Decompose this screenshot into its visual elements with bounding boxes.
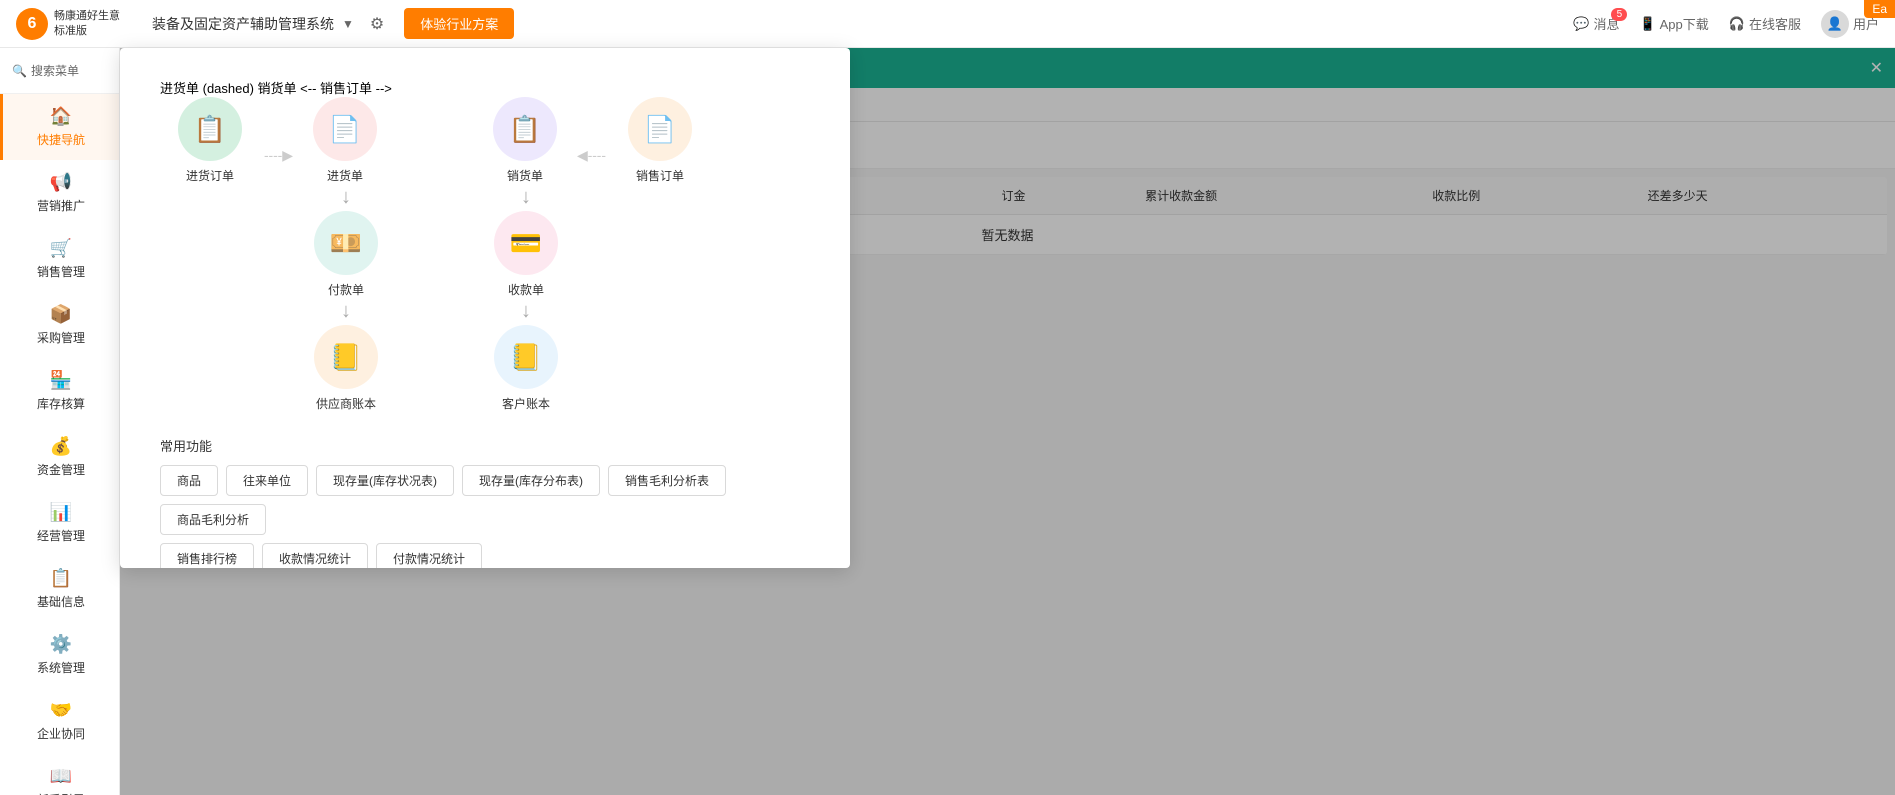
basic-info-icon: 📋 <box>50 568 72 589</box>
tutorial-icon: 📖 <box>50 766 72 787</box>
flow-diagram: 进货单 (dashed) 销货单 <-- 销售订单 --> 📋 进货订单 - -… <box>160 78 810 412</box>
func-btn-sales-rank[interactable]: 销售排行榜 <box>160 543 254 568</box>
func-btn-payment-stats[interactable]: 付款情况统计 <box>376 543 482 568</box>
down-arrow-receipt-bill: ↓ <box>476 300 576 323</box>
sidebar-item-quick-nav[interactable]: 🏠 快捷导航 <box>0 94 119 160</box>
arrow-so-to-sb: - - - - ▶ <box>575 147 610 184</box>
trial-btn[interactable]: 体验行业方案 <box>404 8 514 39</box>
top-header: 6 畅康通好生意 标准版 装备及固定资产辅助管理系统 ▼ ⚙ 体验行业方案 💬 … <box>0 0 1895 48</box>
supplier-ledger-icon: 📒 <box>314 325 378 389</box>
operations-icon: 📊 <box>50 502 72 523</box>
sidebar-search-area[interactable]: 🔍 搜索菜单 <box>0 48 119 94</box>
message-btn[interactable]: 💬 消息 5 <box>1573 14 1619 33</box>
enterprise-icon: 🤝 <box>50 700 72 721</box>
flow-node-sales-bill[interactable]: 📋 销货单 <box>475 97 575 184</box>
message-badge: 5 <box>1611 8 1627 21</box>
header-right: 💬 消息 5 📱 App下载 🎧 在线客服 👤 用户 <box>1573 10 1879 38</box>
func-btn-stock-dist[interactable]: 现存量(库存分布表) <box>462 465 600 496</box>
func-btn-partner[interactable]: 往来单位 <box>226 465 308 496</box>
flow-node-receipt-bill[interactable]: 💳 收款单 <box>476 211 576 298</box>
download-icon: 📱 <box>1639 16 1655 32</box>
quick-nav-modal: 进货单 (dashed) 销货单 <-- 销售订单 --> 📋 进货订单 - -… <box>120 48 850 568</box>
func-buttons-row2: 销售排行榜 收款情况统计 付款情况统计 <box>160 543 810 568</box>
system-dropdown-btn[interactable]: ▼ <box>342 17 354 31</box>
common-functions-title: 常用功能 <box>160 436 810 455</box>
sidebar-item-operations[interactable]: 📊 经营管理 <box>0 490 119 556</box>
ea-badge: Ea <box>1864 0 1895 18</box>
flow-node-customer-ledger[interactable]: 📒 客户账本 <box>476 325 576 412</box>
func-buttons-row1: 商品 往来单位 现存量(库存状况表) 现存量(库存分布表) 销售毛利分析表 商品… <box>160 465 810 535</box>
search-icon: 🔍 <box>12 64 27 78</box>
flow-node-sales-order[interactable]: 📄 销售订单 <box>610 97 710 184</box>
purchase-icon: 📦 <box>50 304 72 325</box>
sidebar: 🔍 搜索菜单 🏠 快捷导航 📢 营销推广 🛒 销售管理 📦 采购管理 <box>0 48 120 795</box>
customer-ledger-icon: 📒 <box>494 325 558 389</box>
func-btn-receipt-stats[interactable]: 收款情况统计 <box>262 543 368 568</box>
func-btn-sales-margin[interactable]: 销售毛利分析表 <box>608 465 726 496</box>
logo-text: 畅康通好生意 标准版 <box>54 9 120 38</box>
system-icon: ⚙️ <box>50 634 72 655</box>
func-btn-product-margin[interactable]: 商品毛利分析 <box>160 504 266 535</box>
purchase-bill-icon: 📄 <box>313 97 377 161</box>
func-btn-stock-status[interactable]: 现存量(库存状况表) <box>316 465 454 496</box>
flow-node-purchase-order[interactable]: 📋 进货订单 <box>160 97 260 184</box>
logo-icon: 6 <box>16 8 48 40</box>
system-settings-btn[interactable]: ⚙ <box>370 14 384 34</box>
message-icon: 💬 <box>1573 16 1589 32</box>
payment-bill-icon: 💴 <box>314 211 378 275</box>
customer-service-btn[interactable]: 🎧 在线客服 <box>1729 14 1801 33</box>
finance-icon: 💰 <box>50 436 72 457</box>
sales-order-icon: 📄 <box>628 97 692 161</box>
system-title: 装备及固定资产辅助管理系统 <box>152 14 334 34</box>
inventory-icon: 🏪 <box>50 370 72 391</box>
sidebar-item-basic-info[interactable]: 📋 基础信息 <box>0 556 119 622</box>
func-btn-product[interactable]: 商品 <box>160 465 218 496</box>
sales-bill-icon: 📋 <box>493 97 557 161</box>
sidebar-item-tutorial[interactable]: 📖 新手引导 <box>0 754 119 795</box>
sidebar-item-inventory[interactable]: 🏪 库存核算 <box>0 358 119 424</box>
app-download-btn[interactable]: 📱 App下载 <box>1639 14 1708 33</box>
sidebar-item-sales[interactable]: 🛒 销售管理 <box>0 226 119 292</box>
quick-nav-overlay[interactable]: 进货单 (dashed) 销货单 <-- 销售订单 --> 📋 进货订单 - -… <box>120 48 1895 795</box>
sidebar-item-system[interactable]: ⚙️ 系统管理 <box>0 622 119 688</box>
system-title-area: 装备及固定资产辅助管理系统 ▼ ⚙ 体验行业方案 <box>152 8 1573 39</box>
purchase-order-icon: 📋 <box>178 97 242 161</box>
sidebar-item-marketing[interactable]: 📢 营销推广 <box>0 160 119 226</box>
logo-area: 6 畅康通好生意 标准版 <box>16 8 136 40</box>
down-arrow-purchase-bill: ↓ <box>296 186 396 209</box>
down-arrow-payment-bill: ↓ <box>296 300 396 323</box>
flow-node-payment-bill[interactable]: 💴 付款单 <box>296 211 396 298</box>
sidebar-item-purchase[interactable]: 📦 采购管理 <box>0 292 119 358</box>
user-avatar: 👤 <box>1821 10 1849 38</box>
sidebar-nav: 🏠 快捷导航 📢 营销推广 🛒 销售管理 📦 采购管理 🏪 库存核算 💰 <box>0 94 119 795</box>
arrow-po-to-pb: - - - - ▶ <box>260 147 295 184</box>
flow-node-supplier-ledger[interactable]: 📒 供应商账本 <box>296 325 396 412</box>
receipt-bill-icon: 💳 <box>494 211 558 275</box>
sidebar-item-finance[interactable]: 💰 资金管理 <box>0 424 119 490</box>
marketing-icon: 📢 <box>50 172 72 193</box>
service-icon: 🎧 <box>1729 16 1745 32</box>
flow-node-purchase-bill[interactable]: 📄 进货单 <box>295 97 395 184</box>
sales-icon: 🛒 <box>50 238 72 259</box>
common-functions: 常用功能 商品 往来单位 现存量(库存状况表) 现存量(库存分布表) 销售毛利分… <box>160 436 810 568</box>
sidebar-item-enterprise[interactable]: 🤝 企业协同 <box>0 688 119 754</box>
quick-nav-icon: 🏠 <box>50 106 72 127</box>
search-menu-btn[interactable]: 🔍 搜索菜单 <box>8 58 111 83</box>
down-arrow-sales-bill: ↓ <box>476 186 576 209</box>
